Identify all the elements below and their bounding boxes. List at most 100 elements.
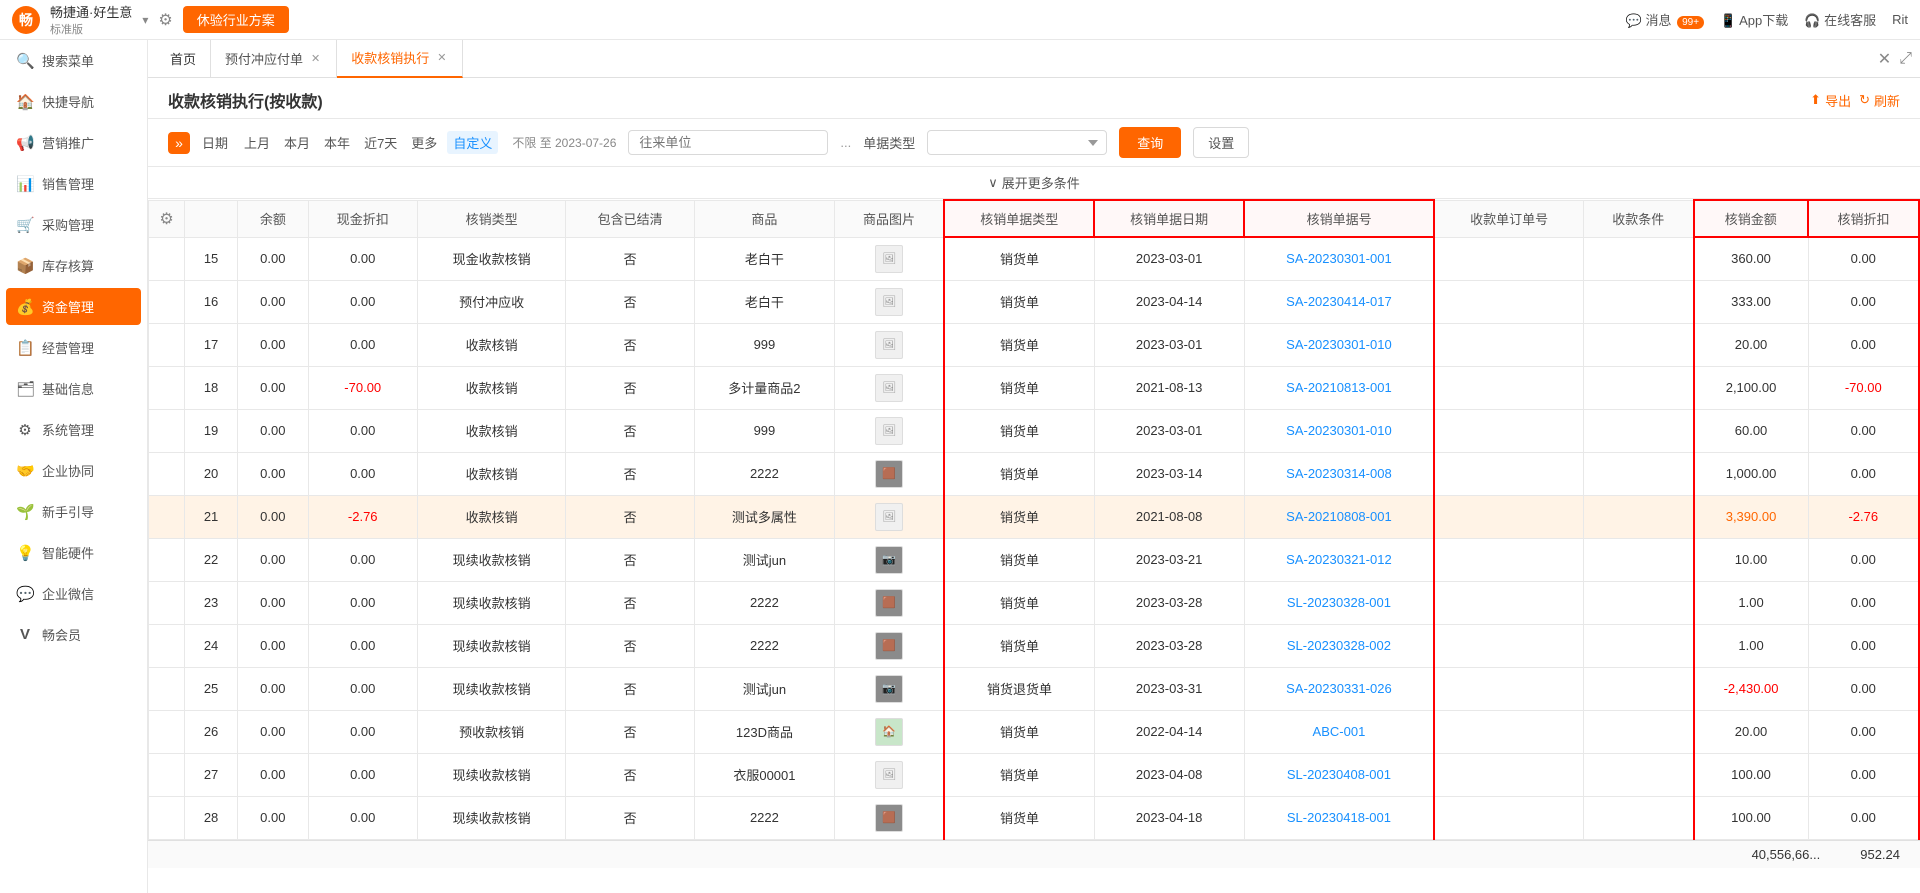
tab-collect-close[interactable]: ✕: [435, 50, 448, 65]
top-bar-right: 💬 消息 99+ 📱 App下载 🎧 在线客服 Rit: [1626, 10, 1908, 29]
tab-home[interactable]: 首页: [156, 40, 211, 78]
sidebar-item-sales[interactable]: 📊 销售管理: [0, 163, 147, 204]
sidebar-item-search-menu[interactable]: 🔍 搜索菜单: [0, 40, 147, 81]
goods-image: 🏠: [875, 718, 903, 746]
setting-button[interactable]: 设置: [1193, 127, 1249, 158]
query-button[interactable]: 查询: [1119, 127, 1181, 158]
cash-discount-cell: 0.00: [308, 710, 417, 753]
verify-bill-no-cell: SA-20230301-001: [1244, 237, 1434, 280]
table-row: 27 0.00 0.00 现续收款核销 否 衣服00001 🖼 销货单 2023…: [149, 753, 1920, 796]
tab-collect[interactable]: 收款核销执行 ✕: [337, 40, 463, 78]
seq-cell: 26: [185, 710, 238, 753]
date-custom[interactable]: 自定义: [447, 131, 498, 154]
goods-img-cell: 📷: [834, 538, 944, 581]
verify-bill-no-link[interactable]: SA-20210813-001: [1286, 380, 1392, 395]
verify-discount-cell: 0.00: [1808, 710, 1919, 753]
verify-bill-date-cell: 2023-03-28: [1094, 624, 1244, 667]
col-settings-header[interactable]: ⚙: [149, 200, 185, 237]
sidebar-item-quick-nav[interactable]: 🏠 快捷导航: [0, 81, 147, 122]
included-settled-cell: 否: [566, 538, 695, 581]
verify-bill-no-link[interactable]: SA-20230414-017: [1286, 294, 1392, 309]
verify-bill-date-cell: 2023-03-01: [1094, 237, 1244, 280]
table-row: 22 0.00 0.00 现续收款核销 否 测试jun 📷 销货单 2023-0…: [149, 538, 1920, 581]
expand-bar: ∨ 展开更多条件: [148, 167, 1920, 199]
verify-bill-no-link[interactable]: SA-20230301-010: [1286, 337, 1392, 352]
table-wrapper[interactable]: ⚙ 余额 现金折扣 核销类型 包含已结清 商品 商品图片 核销单据类型 核销单据…: [148, 199, 1920, 893]
receipt-condition-cell: [1583, 409, 1693, 452]
col-settings-cell: [149, 495, 185, 538]
sidebar-item-smart-hw[interactable]: 💡 智能硬件: [0, 532, 147, 573]
verify-bill-date-cell: 2023-03-01: [1094, 409, 1244, 452]
date-this-year[interactable]: 本年: [320, 131, 354, 154]
sidebar-item-corp-wx[interactable]: 💬 企业微信: [0, 573, 147, 614]
verify-bill-no-link[interactable]: SL-20230328-002: [1287, 638, 1391, 653]
dropdown-arrow-icon[interactable]: ▾: [142, 13, 148, 27]
tab-prepay[interactable]: 预付冲应付单 ✕: [211, 40, 337, 78]
sidebar-item-member[interactable]: V 畅会员: [0, 614, 147, 655]
verify-type-cell: 收款核销: [417, 495, 565, 538]
date-last-month[interactable]: 上月: [240, 131, 274, 154]
col-settings-cell: [149, 452, 185, 495]
goods-cell: 测试jun: [695, 538, 835, 581]
verify-bill-no-link[interactable]: SA-20230301-010: [1286, 423, 1392, 438]
sidebar-item-operation[interactable]: 📋 经营管理: [0, 327, 147, 368]
industry-btn[interactable]: 休验行业方案: [183, 6, 289, 33]
from-unit-dots[interactable]: ...: [840, 135, 851, 150]
verify-bill-date-cell: 2023-04-14: [1094, 280, 1244, 323]
receipt-condition-cell: [1583, 495, 1693, 538]
sidebar-item-inventory[interactable]: 📦 库存核算: [0, 245, 147, 286]
verify-bill-no-link[interactable]: SL-20230408-001: [1287, 767, 1391, 782]
settings-icon[interactable]: ⚙: [158, 10, 172, 30]
verify-bill-no-link[interactable]: SA-20230321-012: [1286, 552, 1392, 567]
goods-img-cell: 🏠: [834, 710, 944, 753]
bill-type-select[interactable]: [927, 130, 1107, 155]
date-more[interactable]: 更多: [407, 131, 441, 154]
goods-cell: 衣服00001: [695, 753, 835, 796]
verify-bill-type-cell: 销货单: [944, 581, 1094, 624]
from-unit-input[interactable]: [628, 130, 828, 155]
verify-bill-no-cell: SL-20230328-002: [1244, 624, 1434, 667]
date-7days[interactable]: 近7天: [360, 131, 401, 154]
verify-bill-no-link[interactable]: SA-20230301-001: [1286, 251, 1392, 266]
verify-discount-cell: 0.00: [1808, 323, 1919, 366]
footer-verify-amount: 40,556,66...: [1752, 847, 1821, 862]
col-settings-cell: [149, 323, 185, 366]
sidebar-item-guide[interactable]: 🌱 新手引导: [0, 491, 147, 532]
seq-cell: 18: [185, 366, 238, 409]
verify-bill-no-cell: ABC-001: [1244, 710, 1434, 753]
verify-bill-no-link[interactable]: SL-20230418-001: [1287, 810, 1391, 825]
sidebar-item-corp-coop[interactable]: 🤝 企业协同: [0, 450, 147, 491]
receipt-order-no-cell: [1434, 280, 1583, 323]
date-this-month[interactable]: 本月: [280, 131, 314, 154]
expand-more-btn[interactable]: ∨ 展开更多条件: [988, 173, 1080, 192]
verify-bill-no-cell: SA-20230301-010: [1244, 409, 1434, 452]
cash-discount-cell: 0.00: [308, 323, 417, 366]
verify-bill-no-link[interactable]: SA-20230314-008: [1286, 466, 1392, 481]
verify-bill-no-link[interactable]: SA-20230331-026: [1286, 681, 1392, 696]
verify-bill-no-link[interactable]: ABC-001: [1313, 724, 1366, 739]
table-row: 24 0.00 0.00 现续收款核销 否 2222 🟫 销货单 2023-03…: [149, 624, 1920, 667]
sidebar-item-sys-mgmt[interactable]: ⚙ 系统管理: [0, 409, 147, 450]
sidebar-item-finance[interactable]: 💰 资金管理: [6, 288, 141, 325]
sidebar-item-purchase[interactable]: 🛒 采购管理: [0, 204, 147, 245]
sidebar-item-base-info[interactable]: 🗂 基础信息: [0, 368, 147, 409]
refresh-button[interactable]: ↻ 刷新: [1859, 91, 1900, 110]
verify-bill-date-cell: 2023-03-21: [1094, 538, 1244, 581]
sidebar-item-marketing[interactable]: 📢 营销推广: [0, 122, 147, 163]
col-settings-cell: [149, 409, 185, 452]
goods-img-cell: 🖼: [834, 280, 944, 323]
filter-expand-arrow[interactable]: »: [168, 132, 190, 154]
col-gear-icon[interactable]: ⚙: [159, 209, 173, 229]
verify-bill-no-link[interactable]: SA-20210808-001: [1286, 509, 1392, 524]
messages-btn[interactable]: 💬 消息 99+: [1626, 10, 1704, 29]
verify-bill-no-link[interactable]: SL-20230328-001: [1287, 595, 1391, 610]
verify-amount-cell: 100.00: [1694, 753, 1809, 796]
tab-prepay-close[interactable]: ✕: [309, 51, 322, 66]
online-service-btn[interactable]: 🎧 在线客服: [1804, 10, 1876, 29]
cash-discount-cell: -70.00: [308, 366, 417, 409]
tab-close-icon[interactable]: ✕: [1878, 49, 1891, 69]
seq-cell: 21: [185, 495, 238, 538]
tab-expand-icon[interactable]: ⤢: [1899, 50, 1912, 68]
export-button[interactable]: ⬆ 导出: [1810, 91, 1851, 110]
app-download-btn[interactable]: 📱 App下载: [1720, 10, 1788, 29]
